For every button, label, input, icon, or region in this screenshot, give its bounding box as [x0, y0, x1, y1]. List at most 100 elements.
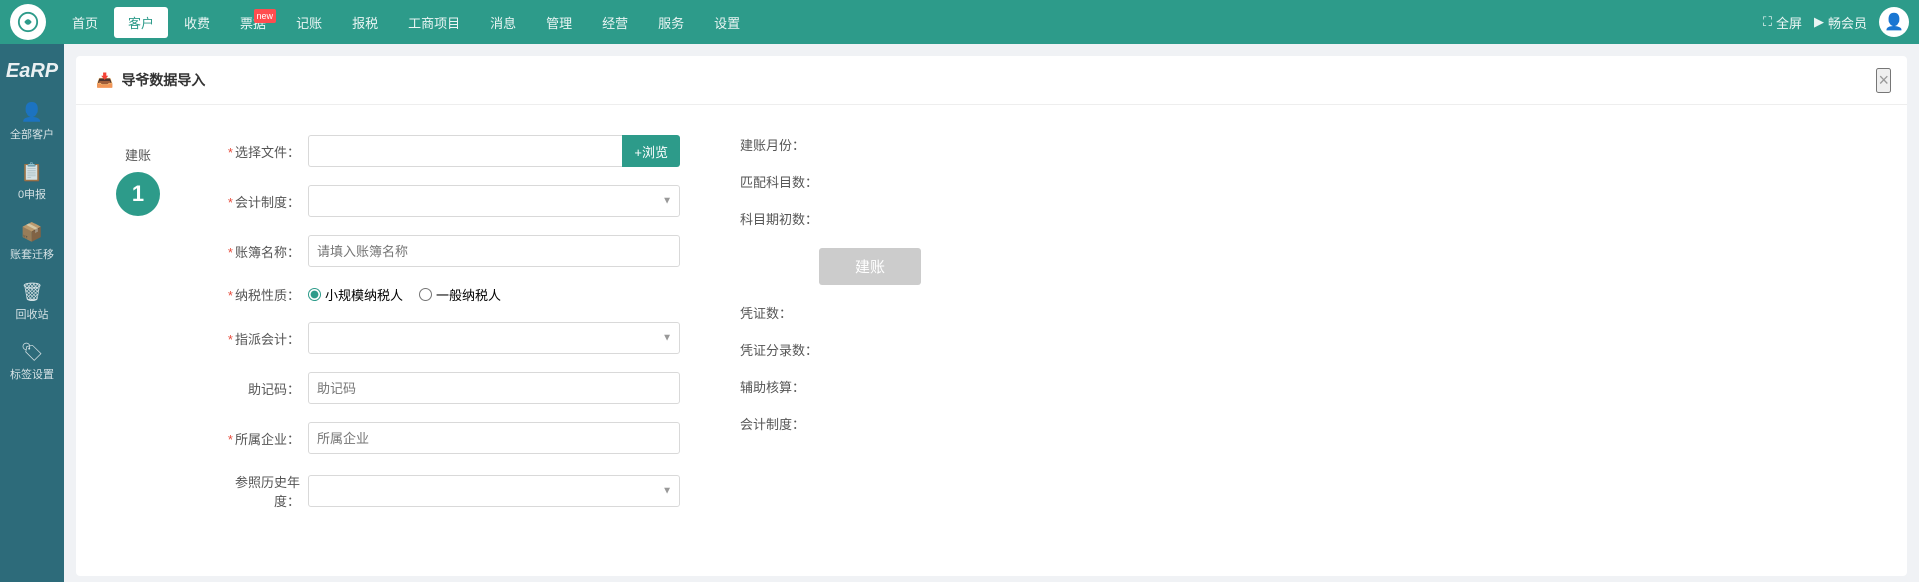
accounting-system-label: *会计制度：	[220, 192, 300, 211]
right-accounting-system-label: 会计制度：	[740, 414, 830, 433]
nav-item-home[interactable]: 首页	[58, 7, 112, 38]
nav-item-fees[interactable]: 收费	[170, 7, 224, 38]
panel-title: 导爷数据导入	[121, 70, 205, 90]
declaration-icon: 📋	[21, 162, 43, 183]
avatar-icon: 👤	[1884, 12, 1904, 32]
recycle-icon: 🗑	[21, 282, 44, 303]
sidebar-label-recycle: 回收站	[16, 306, 49, 322]
panel-header: 📥 导爷数据导入	[76, 56, 1907, 105]
sidebar-item-tags[interactable]: 🏷 标签设置	[0, 334, 64, 390]
nav-item-settings[interactable]: 设置	[700, 7, 754, 38]
general-taxpayer-label: 一般纳税人	[436, 285, 501, 304]
voucher-count-label: 凭证数：	[740, 303, 830, 322]
accountant-select[interactable]	[308, 322, 680, 354]
voucher-count-row: 凭证数：	[740, 303, 1000, 322]
layout: EaRP 👤 全部客户 📋 0申报 📦 账套迁移 🗑 回收站 🏷 标签设置 📥 …	[0, 44, 1919, 582]
history-year-select-wrapper: ▼	[308, 475, 680, 507]
auxiliary-row: 辅助核算：	[740, 377, 1000, 396]
company-label: *所属企业：	[220, 429, 300, 448]
tax-type-label: *纳税性质：	[220, 285, 300, 304]
file-label: *选择文件：	[220, 142, 300, 161]
company-input[interactable]	[308, 422, 680, 454]
accounting-system-row: *会计制度： ▼	[220, 185, 680, 217]
nav-right: ⛶ 全屏 ▶ 畅会员 👤	[1763, 7, 1909, 37]
subject-initial-row: 科目期初数：	[740, 209, 1000, 228]
subject-initial-label: 科目期初数：	[740, 209, 830, 228]
nav-item-clients[interactable]: 客户	[114, 7, 168, 38]
file-input-group: +浏览	[308, 135, 680, 167]
build-btn-area: 建账	[740, 248, 1000, 285]
accounting-system-select[interactable]	[308, 185, 680, 217]
main-content: 📥 导爷数据导入 × 建账 1 *选择文件：	[64, 44, 1919, 582]
avatar[interactable]: 👤	[1879, 7, 1909, 37]
right-form: 建账月份： 匹配科目数： 科目期初数： 建账	[740, 135, 1000, 528]
ledger-name-row: *账簿名称：	[220, 235, 680, 267]
fullscreen-btn[interactable]: ⛶ 全屏	[1763, 13, 1802, 32]
top-nav: 首页 客户 收费 票据 new 记账 报税 工商项目 消息 管理 经营 服务 设…	[0, 0, 1919, 44]
accountant-select-wrapper: ▼	[308, 322, 680, 354]
small-taxpayer-label: 小规模纳税人	[325, 285, 403, 304]
migration-icon: 📦	[21, 222, 43, 243]
nav-item-bookkeeping[interactable]: 记账	[282, 7, 336, 38]
step-area: 建账 1	[116, 135, 160, 528]
sidebar-item-declaration[interactable]: 📋 0申报	[0, 154, 64, 210]
tax-type-row: *纳税性质： 小规模纳税人 一般纳税人	[220, 285, 680, 304]
company-row: *所属企业：	[220, 422, 680, 454]
match-subject-label: 匹配科目数：	[740, 172, 830, 191]
accountant-label: *指派会计：	[220, 329, 300, 348]
form-area: 建账 1 *选择文件： +浏览	[76, 105, 1907, 558]
sidebar: EaRP 👤 全部客户 📋 0申报 📦 账套迁移 🗑 回收站 🏷 标签设置	[0, 44, 64, 582]
memo-code-input[interactable]	[308, 372, 680, 404]
panel-close-button[interactable]: ×	[1876, 68, 1891, 93]
nav-item-manage[interactable]: 管理	[532, 7, 586, 38]
new-badge: new	[254, 9, 277, 23]
nav-item-tax[interactable]: 报税	[338, 7, 392, 38]
browse-button[interactable]: +浏览	[622, 135, 680, 167]
sidebar-label-declaration: 0申报	[18, 186, 46, 202]
sidebar-item-recycle[interactable]: 🗑 回收站	[0, 274, 64, 330]
history-year-label: 参照历史年度：	[220, 472, 300, 510]
nav-items: 首页 客户 收费 票据 new 记账 报税 工商项目 消息 管理 经营 服务 设…	[58, 7, 1763, 38]
fullscreen-label: 全屏	[1776, 13, 1802, 32]
build-account-button[interactable]: 建账	[819, 248, 921, 285]
vip-icon: ▶	[1814, 14, 1824, 30]
all-clients-icon: 👤	[21, 102, 43, 123]
memo-code-row: 助记码：	[220, 372, 680, 404]
panel: 📥 导爷数据导入 × 建账 1 *选择文件：	[76, 56, 1907, 576]
build-month-label: 建账月份：	[740, 135, 830, 154]
voucher-entries-row: 凭证分录数：	[740, 340, 1000, 359]
file-text-input[interactable]	[308, 135, 622, 167]
sidebar-item-migration[interactable]: 📦 账套迁移	[0, 214, 64, 270]
right-accounting-system-row: 会计制度：	[740, 414, 1000, 433]
panel-title-icon: 📥	[96, 72, 113, 89]
step-label: 建账	[125, 145, 151, 164]
history-year-select[interactable]	[308, 475, 680, 507]
ledger-name-input[interactable]	[308, 235, 680, 267]
memo-code-label: 助记码：	[220, 379, 300, 398]
tags-icon: 🏷	[21, 342, 44, 363]
left-form: *选择文件： +浏览 *会计制度：	[220, 135, 680, 528]
radio-small-taxpayer[interactable]: 小规模纳税人	[308, 285, 403, 304]
sidebar-label-tags: 标签设置	[10, 366, 54, 382]
nav-item-business[interactable]: 工商项目	[394, 7, 474, 38]
fullscreen-icon: ⛶	[1763, 14, 1772, 30]
radio-general-taxpayer[interactable]: 一般纳税人	[419, 285, 501, 304]
sidebar-item-all-clients[interactable]: 👤 全部客户	[0, 94, 64, 150]
tax-type-radio-group: 小规模纳税人 一般纳税人	[308, 285, 680, 304]
ledger-name-label: *账簿名称：	[220, 242, 300, 261]
earp-text: EaRP	[2, 52, 62, 90]
required-star: *	[228, 145, 233, 160]
sidebar-label-all-clients: 全部客户	[10, 126, 54, 142]
build-month-row: 建账月份：	[740, 135, 1000, 154]
logo[interactable]	[10, 4, 46, 40]
accounting-system-select-wrapper: ▼	[308, 185, 680, 217]
auxiliary-label: 辅助核算：	[740, 377, 830, 396]
sidebar-label-migration: 账套迁移	[10, 246, 54, 262]
voucher-entries-label: 凭证分录数：	[740, 340, 830, 359]
vip-btn[interactable]: ▶ 畅会员	[1814, 13, 1867, 32]
nav-item-operations[interactable]: 经营	[588, 7, 642, 38]
nav-item-services[interactable]: 服务	[644, 7, 698, 38]
nav-item-invoices[interactable]: 票据 new	[226, 7, 280, 38]
nav-item-messages[interactable]: 消息	[476, 7, 530, 38]
accountant-row: *指派会计： ▼	[220, 322, 680, 354]
